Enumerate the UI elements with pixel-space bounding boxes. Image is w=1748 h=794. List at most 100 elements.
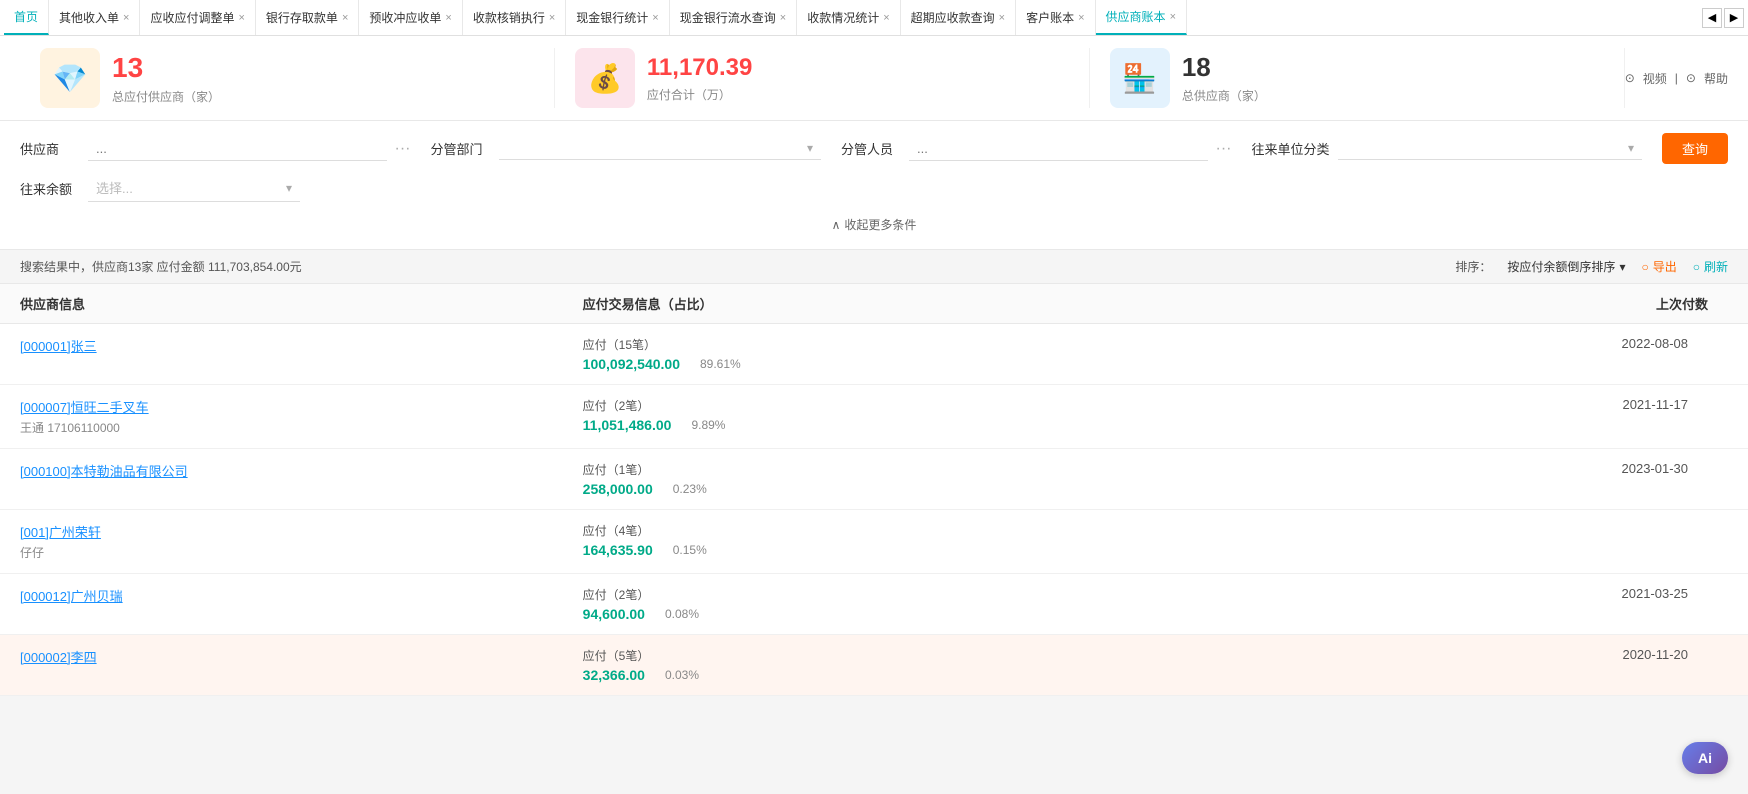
transaction-info-000001: 应付（15笔） 100,092,540.00 89.61%: [583, 336, 1258, 372]
filter-row-1: 供应商 ··· 分管部门 ▾ 分管人员 ··· 往来单位分类 ▾ 查询: [20, 133, 1728, 164]
trans-amount-000012[interactable]: 94,600.00: [583, 606, 645, 622]
supplier-link-000007[interactable]: [000007]恒旺二手叉车: [20, 397, 583, 416]
stat-payable-suppliers-number: 13: [112, 52, 220, 84]
result-bar: 搜索结果中，供应商13家 应付金额 111,703,854.00元 排序： 按应…: [0, 250, 1748, 284]
trans-amount-000007[interactable]: 11,051,486.00: [583, 417, 672, 433]
trans-label-000002: 应付（5笔）: [583, 647, 1258, 664]
table-row: [000007]恒旺二手叉车 王通 17106110000 应付（2笔） 11,…: [0, 385, 1748, 449]
refresh-icon: ○: [1693, 260, 1700, 274]
help-link[interactable]: 帮助: [1704, 70, 1728, 87]
supplier-link-001[interactable]: [001]广州荣轩: [20, 522, 583, 541]
trans-amount-000100[interactable]: 258,000.00: [583, 481, 653, 497]
nav-tab-collection-stat-close[interactable]: ×: [883, 12, 889, 24]
supplier-link-000001[interactable]: [000001]张三: [20, 336, 583, 355]
trans-row-000002: 32,366.00 0.03%: [583, 667, 1258, 683]
nav-tab-collection-stat-label: 收款情况统计: [807, 9, 879, 26]
dept-label: 分管部门: [431, 139, 491, 158]
nav-tab-bank-deposit[interactable]: 银行存取款单 ×: [256, 0, 359, 35]
sort-select[interactable]: 按应付余额倒序排序 ▾: [1507, 258, 1625, 275]
nav-tab-cash-bank-stat[interactable]: 现金银行统计 ×: [566, 0, 669, 35]
supplier-link-000002[interactable]: [000002]李四: [20, 647, 583, 666]
supplier-info-000007: [000007]恒旺二手叉车 王通 17106110000: [20, 397, 583, 436]
nav-tab-overdue-query[interactable]: 超期应收款查询 ×: [901, 0, 1016, 35]
nav-tab-collection-exec-close[interactable]: ×: [549, 12, 555, 24]
trans-amount-000001[interactable]: 100,092,540.00: [583, 356, 680, 372]
stat-payable-amount-number: 11,170.39: [647, 54, 752, 82]
trans-amount-001[interactable]: 164,635.90: [583, 542, 653, 558]
transaction-info-000007: 应付（2笔） 11,051,486.00 9.89%: [583, 397, 1258, 433]
lastpay-000012: 2021-03-25: [1258, 586, 1728, 601]
export-button[interactable]: ○ 导出: [1641, 258, 1676, 275]
lastpay-date-000100: 2023-01-30: [1622, 461, 1709, 476]
nav-tab-customer-account[interactable]: 客户账本 ×: [1016, 0, 1095, 35]
supplier-link-000100[interactable]: [000100]本特勒油品有限公司: [20, 461, 583, 480]
help-icon: ⊙: [1686, 71, 1696, 85]
nav-tab-home[interactable]: 首页: [4, 0, 49, 35]
video-link[interactable]: 视频: [1643, 70, 1667, 87]
trans-label-000012: 应付（2笔）: [583, 586, 1258, 603]
nav-tab-collection-stat[interactable]: 收款情况统计 ×: [797, 0, 900, 35]
nav-tab-bank-deposit-label: 银行存取款单: [266, 9, 338, 26]
nav-tab-advance-writeoff[interactable]: 预收冲应收单 ×: [359, 0, 462, 35]
trans-row-000001: 100,092,540.00 89.61%: [583, 356, 1258, 372]
collapse-button[interactable]: ∧ 收起更多条件: [832, 212, 917, 237]
nav-next-button[interactable]: ▶: [1724, 8, 1744, 28]
export-icon: ○: [1641, 260, 1648, 274]
nav-tab-bank-deposit-close[interactable]: ×: [342, 12, 348, 24]
stat-payable-amount-text: 11,170.39 应付合计（万）: [647, 54, 752, 103]
category-select[interactable]: ▾: [1338, 137, 1642, 160]
stat-payable-suppliers-label: 总应付供应商（家）: [112, 88, 220, 105]
nav-tab-cash-bank-stat-label: 现金银行统计: [576, 9, 648, 26]
table-row: [000100]本特勒油品有限公司 应付（1笔） 258,000.00 0.23…: [0, 449, 1748, 510]
nav-tab-cash-bank-flow[interactable]: 现金银行流水查询 ×: [670, 0, 797, 35]
refresh-button[interactable]: ○ 刷新: [1693, 258, 1728, 275]
trans-amount-000002[interactable]: 32,366.00: [583, 667, 645, 683]
lastpay-000001: 2022-08-08: [1258, 336, 1728, 351]
stat-right-links: ⊙ 视频 | ⊙ 帮助: [1625, 48, 1728, 108]
trans-row-000012: 94,600.00 0.08%: [583, 606, 1258, 622]
diamond-icon: 💎: [40, 48, 100, 108]
nav-tab-customer-account-close[interactable]: ×: [1078, 12, 1084, 24]
trans-percent-000002: 0.03%: [665, 668, 699, 682]
trans-percent-000007: 9.89%: [691, 418, 725, 432]
filter-supplier: 供应商 ···: [20, 137, 411, 161]
ai-badge[interactable]: Ai: [1682, 742, 1728, 774]
nav-tab-customer-account-label: 客户账本: [1026, 9, 1074, 26]
supplier-input[interactable]: [88, 137, 387, 161]
stat-total-suppliers-text: 18 总供应商（家）: [1182, 52, 1266, 104]
table-row: [000002]李四 应付（5笔） 32,366.00 0.03% 2020-1…: [0, 635, 1748, 696]
search-button[interactable]: 查询: [1662, 133, 1728, 164]
person-label: 分管人员: [841, 139, 901, 158]
divider: |: [1675, 71, 1678, 85]
nav-tab-collection-exec[interactable]: 收款核销执行 ×: [463, 0, 566, 35]
nav-tab-advance-writeoff-close[interactable]: ×: [445, 12, 451, 24]
supplier-info-000100: [000100]本特勒油品有限公司: [20, 461, 583, 480]
refresh-label: 刷新: [1704, 258, 1728, 275]
supplier-info-000012: [000012]广州贝瑞: [20, 586, 583, 605]
balance-select[interactable]: 选择... ▾: [88, 174, 300, 202]
nav-tab-collection-exec-label: 收款核销执行: [473, 9, 545, 26]
nav-prev-button[interactable]: ◀: [1702, 8, 1722, 28]
nav-tab-supplier-account-close[interactable]: ×: [1170, 11, 1176, 23]
trans-label-000007: 应付（2笔）: [583, 397, 1258, 414]
filter-dept: 分管部门 ▾: [431, 137, 822, 160]
nav-tab-supplier-account[interactable]: 供应商账本 ×: [1096, 0, 1187, 35]
nav-tab-other-income-close[interactable]: ×: [123, 12, 129, 24]
supplier-dots[interactable]: ···: [395, 140, 411, 158]
nav-tab-ar-adjust-close[interactable]: ×: [238, 12, 244, 24]
supplier-link-000012[interactable]: [000012]广州贝瑞: [20, 586, 583, 605]
nav-tab-cash-bank-stat-close[interactable]: ×: [652, 12, 658, 24]
sort-label: 排序：: [1455, 258, 1491, 275]
person-input[interactable]: [909, 137, 1208, 161]
lastpay-date-000007: 2021-11-17: [1622, 397, 1708, 412]
person-dots[interactable]: ···: [1216, 140, 1232, 158]
nav-tab-ar-adjust[interactable]: 应收应付调整单 ×: [140, 0, 255, 35]
transaction-info-000012: 应付（2笔） 94,600.00 0.08%: [583, 586, 1258, 622]
nav-tab-cash-bank-flow-close[interactable]: ×: [780, 12, 786, 24]
dept-select[interactable]: ▾: [499, 137, 822, 160]
nav-tab-overdue-query-close[interactable]: ×: [999, 12, 1005, 24]
nav-arrows: ◀ ▶: [1702, 8, 1744, 28]
supplier-sub-001: 仔仔: [20, 544, 583, 561]
sort-value: 按应付余额倒序排序: [1507, 258, 1615, 275]
nav-tab-other-income[interactable]: 其他收入单 ×: [49, 0, 140, 35]
